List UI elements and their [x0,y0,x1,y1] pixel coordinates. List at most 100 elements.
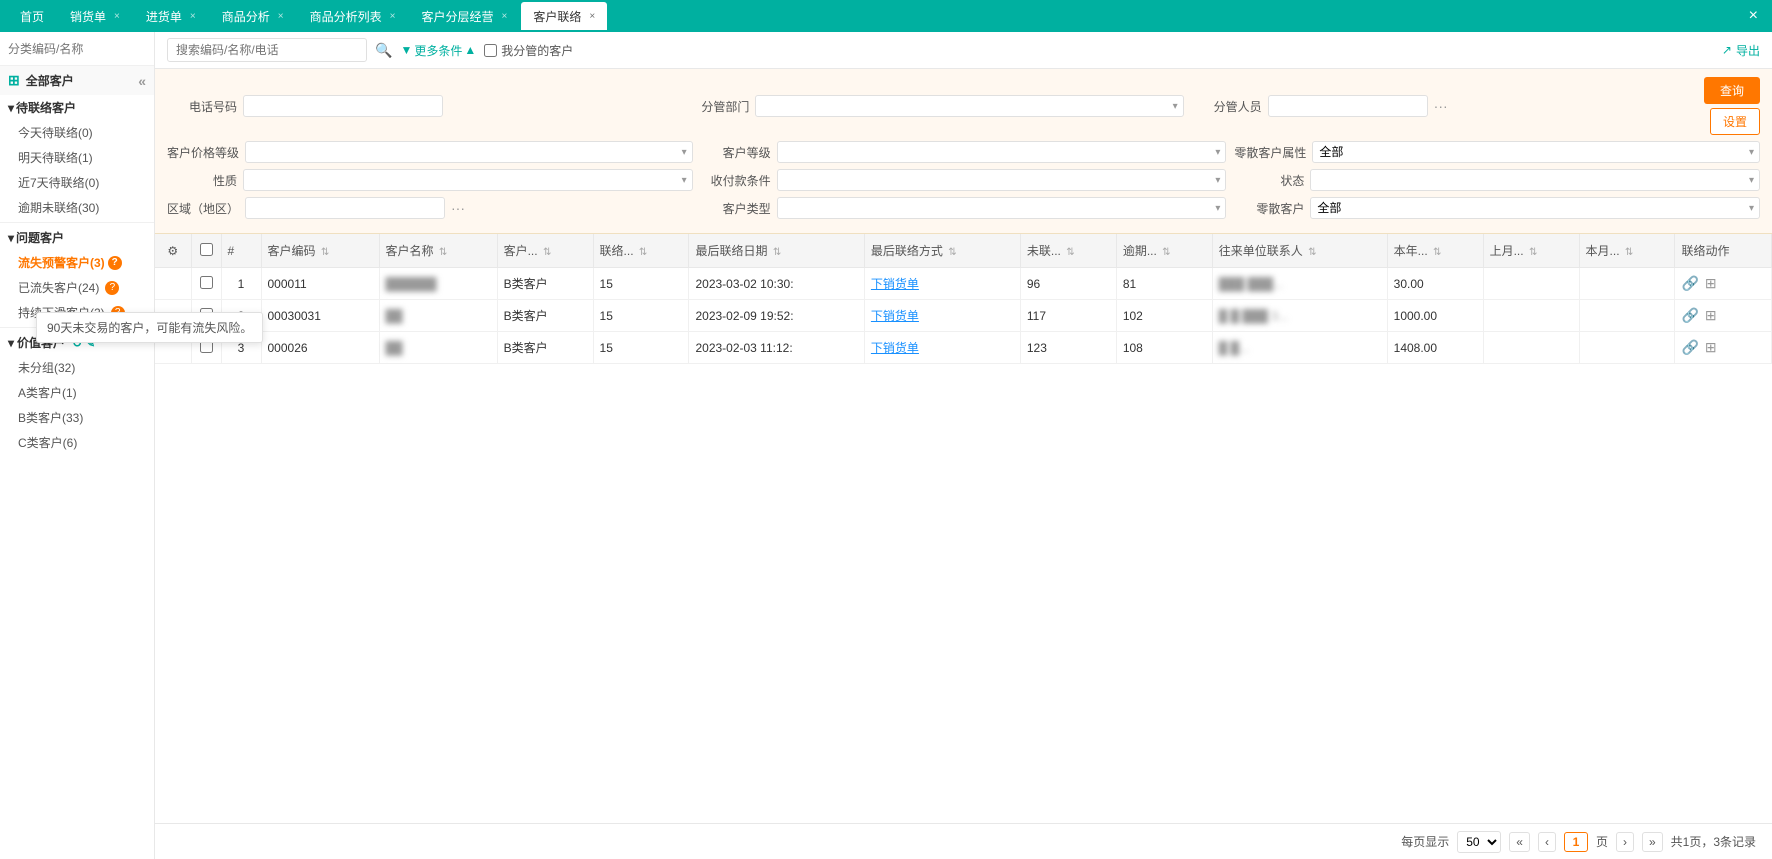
col-header-action: 联络动作 [1675,234,1772,268]
person-input[interactable] [1268,95,1428,117]
goods-analysis-list-tab-close[interactable]: × [390,11,396,22]
action-link-icon-2[interactable]: 🔗 [1681,339,1698,356]
customer-layer-tab-close[interactable]: × [501,11,507,22]
nav-tab-home[interactable]: 首页 [8,2,56,30]
filter-search-input[interactable] [167,38,367,62]
sales-tab-close[interactable]: × [114,11,120,22]
setting-button[interactable]: 设置 [1710,108,1760,135]
cell-uncontact-1: 117 [1020,300,1116,332]
filter-more-label: 更多条件 [414,42,462,59]
help-icon[interactable]: ? [108,256,122,270]
sort-uncontact-icon: ⇅ [1066,247,1074,258]
price-grade-select[interactable] [245,141,693,163]
nav-tab-customer-connect[interactable]: 客户联络 × [521,2,607,30]
sidebar-tomorrow[interactable]: 明天待联络(1) [0,145,154,170]
customer-grade-select[interactable] [777,141,1227,163]
col-header-uncontact[interactable]: 未联... ⇅ [1020,234,1116,268]
col-header-contact[interactable]: 联络... ⇅ [593,234,689,268]
cell-uncontact-0: 96 [1020,268,1116,300]
adv-filter-row-3: 性质 ▾ 收付款条件 ▾ 状态 [167,169,1760,191]
col-header-last-method[interactable]: 最后联络方式 ⇅ [864,234,1020,268]
customer-type-select[interactable] [777,197,1227,219]
prev-page-btn[interactable]: ‹ [1538,832,1556,852]
sidebar-overdue[interactable]: 逾期未联络(30) [0,195,154,220]
cell-check-0[interactable] [191,268,221,300]
window-close-btn[interactable]: × [1743,7,1764,25]
action-link-icon-1[interactable]: 🔗 [1681,307,1698,324]
retail-attr-select[interactable]: 全部 [1312,141,1760,163]
sidebar-ungroup[interactable]: 未分组(32) [0,355,154,380]
help-icon-lost[interactable]: ? [105,281,119,295]
customer-layer-tab-label: 客户分层经营 [421,8,493,25]
action-grid-icon-1[interactable]: ⊞ [1705,307,1717,324]
cell-last-method-2[interactable]: 下销货单 [864,332,1020,364]
cell-overdue-1: 102 [1116,300,1212,332]
filter-my-customers[interactable]: 我分管的客户 [484,42,573,59]
query-button[interactable]: 查询 [1704,77,1760,104]
action-grid-icon-2[interactable]: ⊞ [1705,339,1717,356]
nav-tab-goods-analysis-list[interactable]: 商品分析列表 × [298,2,408,30]
col-select-all[interactable] [191,234,221,268]
export-btn[interactable]: ↗ 导出 [1722,42,1760,59]
purchase-tab-label: 进货单 [146,8,182,25]
sidebar-today[interactable]: 今天待联络(0) [0,120,154,145]
first-page-btn[interactable]: « [1509,832,1530,852]
nav-tab-sales[interactable]: 销货单 × [58,2,132,30]
cell-last-month-1 [1483,300,1579,332]
cell-last-method-1[interactable]: 下销货单 [864,300,1020,332]
cell-contact-0: 15 [593,268,689,300]
retail-customer-select[interactable]: 全部 [1310,197,1760,219]
sidebar-collapse-btn[interactable]: « [138,73,146,89]
col-header-this-year[interactable]: 本年... ⇅ [1387,234,1483,268]
sidebar-pending-group[interactable]: ▾ 待联络客户 [0,95,154,120]
page-size-select[interactable]: 50 [1457,831,1501,853]
next-page-btn[interactable]: › [1616,832,1634,852]
region-input[interactable] [245,197,445,219]
retail-attr-select-wrap: 全部 ▾ [1312,141,1760,163]
sidebar-divider-1 [0,222,154,223]
col-header-last-month[interactable]: 上月... ⇅ [1483,234,1579,268]
action-link-icon-0[interactable]: 🔗 [1681,275,1698,292]
person-label: 分管人员 [1192,98,1262,115]
my-customers-checkbox[interactable] [484,44,497,57]
select-all-checkbox[interactable] [200,243,213,256]
filter-more-btn[interactable]: ▼ 更多条件 ▲ [400,42,476,59]
phone-input[interactable] [243,95,443,117]
nav-tab-purchase[interactable]: 进货单 × [134,2,208,30]
col-header-last-date[interactable]: 最后联络日期 ⇅ [689,234,864,268]
col-header-code[interactable]: 客户编码 ⇅ [261,234,379,268]
action-grid-icon-0[interactable]: ⊞ [1705,275,1717,292]
col-header-name[interactable]: 客户名称 ⇅ [379,234,497,268]
nav-tab-customer-layer[interactable]: 客户分层经营 × [409,2,519,30]
region-more-btn[interactable]: ··· [451,200,465,216]
sidebar-lost[interactable]: 已流失客户(24) ? [0,275,154,300]
goods-analysis-tab-close[interactable]: × [278,11,284,22]
status-select[interactable] [1310,169,1760,191]
nav-tab-goods-analysis[interactable]: 商品分析 × [210,2,296,30]
goods-analysis-tab-label: 商品分析 [222,8,270,25]
customer-connect-tab-close[interactable]: × [589,11,595,22]
sidebar-week[interactable]: 近7天待联络(0) [0,170,154,195]
cell-last-method-0[interactable]: 下销货单 [864,268,1020,300]
sidebar-lost-group[interactable]: ▾ 问题客户 [0,225,154,250]
person-more-btn[interactable]: ··· [1434,98,1448,114]
col-header-this-month[interactable]: 本月... ⇅ [1579,234,1675,268]
sidebar-a-class[interactable]: A类客户(1) [0,380,154,405]
adv-field-payment: 收付款条件 ▾ [701,169,1227,191]
sidebar-c-class[interactable]: C类客户(6) [0,430,154,455]
payment-select[interactable] [777,169,1227,191]
col-header-unit-contact[interactable]: 往来单位联系人 ⇅ [1212,234,1387,268]
settings-icon[interactable]: ⚙ [167,244,178,258]
filter-search-button[interactable]: 🔍 [375,42,392,59]
sidebar-search-input[interactable] [8,42,155,56]
nature-select[interactable] [243,169,693,191]
col-header-overdue[interactable]: 逾期... ⇅ [1116,234,1212,268]
sidebar-all-customers-header[interactable]: ⊞ 全部客户 « [0,66,154,95]
sidebar-b-class[interactable]: B类客户(33) [0,405,154,430]
dept-select[interactable] [755,95,1183,117]
purchase-tab-close[interactable]: × [190,11,196,22]
col-settings[interactable]: ⚙ [155,234,191,268]
last-page-btn[interactable]: » [1642,832,1663,852]
col-header-type[interactable]: 客户... ⇅ [497,234,593,268]
sidebar-lost-warn[interactable]: 流失预警客户(3) ? [0,250,154,275]
